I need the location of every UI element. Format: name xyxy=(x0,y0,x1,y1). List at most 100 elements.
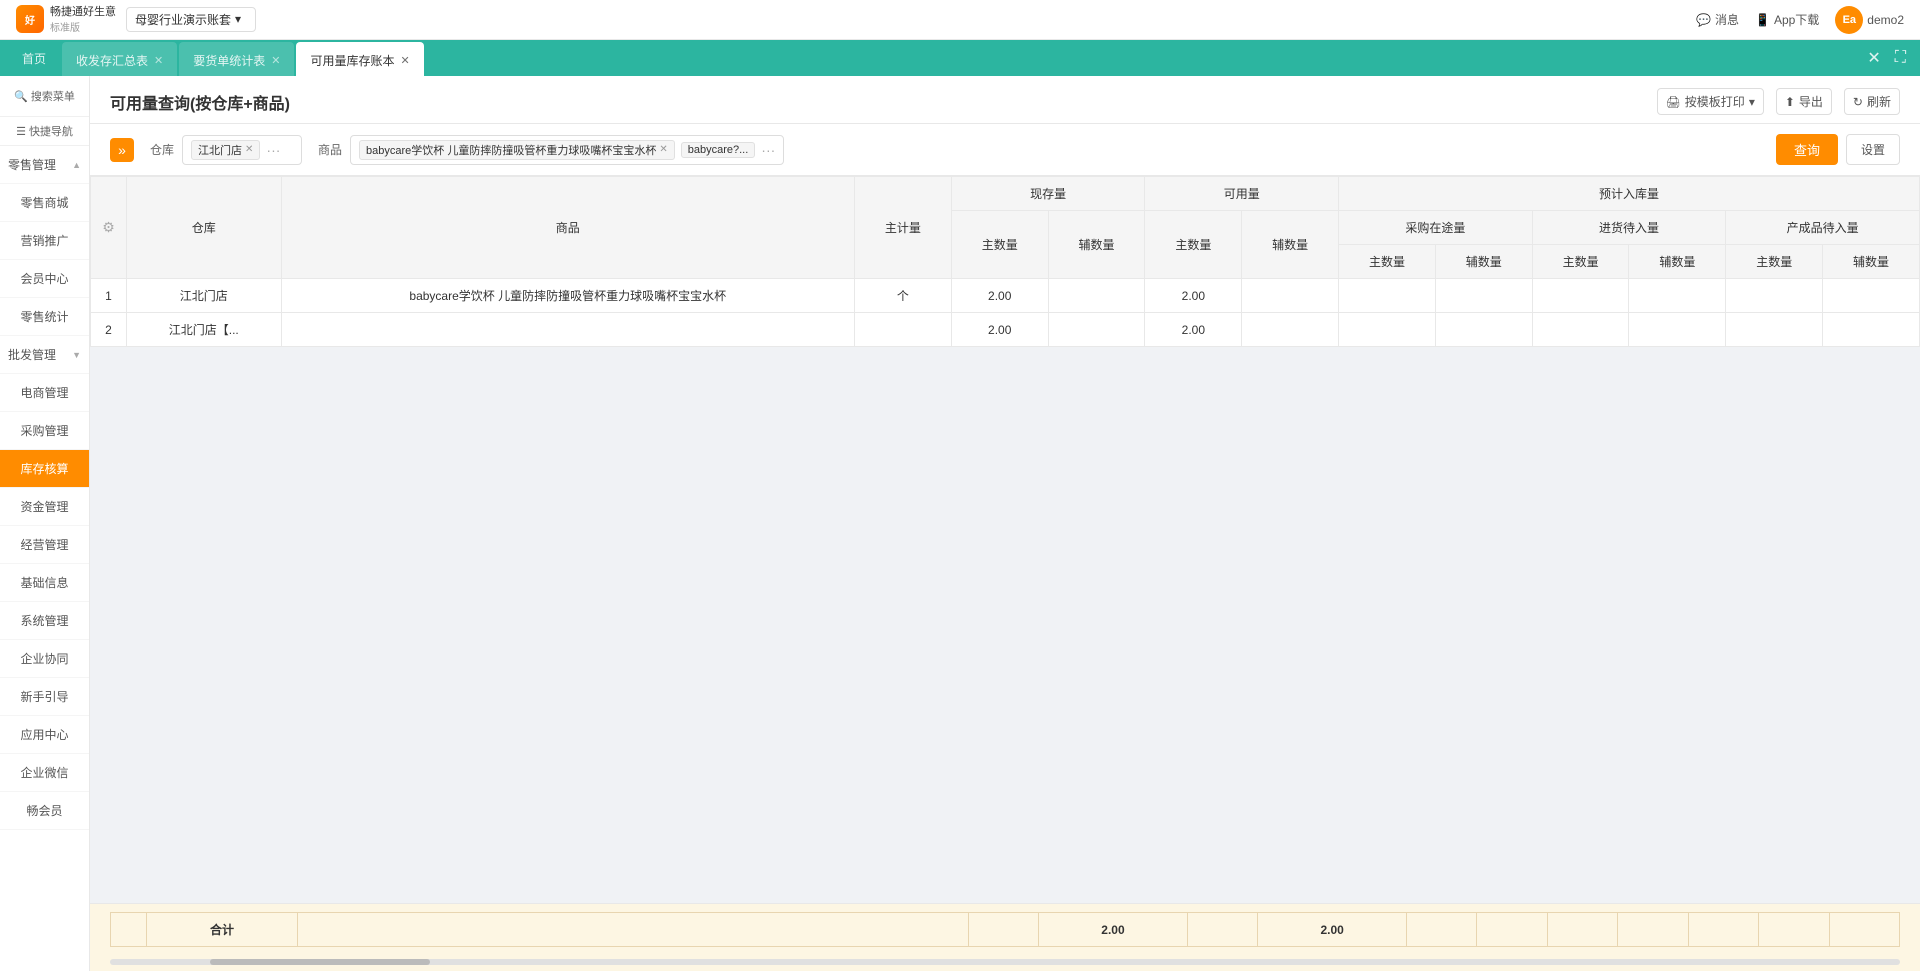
sidebar-item-marketing[interactable]: 营销推广 xyxy=(0,222,89,260)
tab-available-stock-close[interactable]: ✕ xyxy=(401,54,410,67)
filter-more-icon2[interactable]: ··· xyxy=(761,142,775,158)
top-bar-left: 好 畅捷通好生意 标准版 母婴行业演示账套 ▾ xyxy=(16,5,256,34)
warehouse-tag-close[interactable]: ✕ xyxy=(245,144,253,155)
filter-more-icon[interactable]: ··· xyxy=(266,142,280,158)
export-label: 导出 xyxy=(1799,93,1823,110)
td-current-main: 2.00 xyxy=(951,279,1048,313)
sidebar-item-operation[interactable]: 经营管理 xyxy=(0,526,89,564)
sidebar-item-basic-info[interactable]: 基础信息 xyxy=(0,564,89,602)
warehouse-tag-value: 江北门店 xyxy=(198,142,242,158)
print-label: 按模板打印 xyxy=(1685,93,1745,110)
sidebar-item-label: 企业微信 xyxy=(20,764,68,781)
warehouse-input[interactable]: 江北门店 ✕ ··· xyxy=(182,135,302,165)
settings-filter-btn[interactable]: 设置 xyxy=(1846,134,1900,165)
sidebar-item-wholesale[interactable]: 批发管理 ▼ xyxy=(0,336,89,374)
product-tag-close[interactable]: ✕ xyxy=(659,144,667,155)
sidebar-item-finance[interactable]: 资金管理 xyxy=(0,488,89,526)
td-goods-sub xyxy=(1629,313,1726,347)
tab-order-stats[interactable]: 要货单统计表 ✕ xyxy=(179,42,294,78)
td-purchase-sub xyxy=(1435,279,1532,313)
th-product: 商品 xyxy=(281,177,854,279)
td-product xyxy=(281,313,854,347)
td-current-main: 2.00 xyxy=(951,313,1048,347)
td-total-p3 xyxy=(1618,913,1688,947)
tab-order-stats-close[interactable]: ✕ xyxy=(271,54,280,67)
sidebar-item-label: 资金管理 xyxy=(20,498,68,515)
scrollbar-thumb xyxy=(210,959,430,965)
tab-home[interactable]: 首页 xyxy=(8,40,60,76)
sidebar-item-retail-stats[interactable]: 零售统计 xyxy=(0,298,89,336)
logo-text-block: 畅捷通好生意 标准版 xyxy=(50,5,116,34)
sidebar-item-label: 新手引导 xyxy=(20,688,68,705)
sidebar-item-inventory[interactable]: 库存核算 xyxy=(0,450,89,488)
product-filter-group: 商品 babycare学饮杯 儿童防摔防撞吸管杯重力球吸嘴杯宝宝水杯 ✕ bab… xyxy=(318,135,784,165)
sidebar-item-retail-management[interactable]: 零售管理 ▲ xyxy=(0,146,89,184)
sidebar-item-member[interactable]: 会员中心 xyxy=(0,260,89,298)
th-products-main: 主数量 xyxy=(1726,245,1823,279)
tenant-selector[interactable]: 母婴行业演示账套 ▾ xyxy=(126,7,256,32)
td-current-sub xyxy=(1048,279,1145,313)
query-btn[interactable]: 查询 xyxy=(1776,134,1838,165)
td-total-p6 xyxy=(1829,913,1899,947)
sidebar-item-purchase[interactable]: 采购管理 xyxy=(0,412,89,450)
sidebar-item-enterprise-wechat[interactable]: 企业微信 xyxy=(0,754,89,792)
th-current-stock: 现存量 xyxy=(951,177,1145,211)
main-layout: 🔍 搜索菜单 ☰ 快捷导航 零售管理 ▲ 零售商城 营销推广 会员中心 零售统计… xyxy=(0,76,1920,971)
sidebar-item-collaboration[interactable]: 企业协同 xyxy=(0,640,89,678)
search-label: 搜索菜单 xyxy=(31,88,75,104)
sidebar-item-label: 会员中心 xyxy=(20,270,68,287)
user-name: demo2 xyxy=(1867,13,1904,27)
total-table: 合计 2.00 2.00 xyxy=(110,912,1900,947)
app-download-label: App下载 xyxy=(1774,11,1819,28)
sidebar-item-label: 批发管理 xyxy=(8,346,56,363)
tab-summary-close[interactable]: ✕ xyxy=(154,54,163,67)
td-purchase-main xyxy=(1339,313,1436,347)
sidebar-quick-nav-btn[interactable]: ☰ 快捷导航 xyxy=(0,117,89,146)
refresh-btn[interactable]: ↻ 刷新 xyxy=(1844,88,1900,115)
horizontal-scrollbar[interactable] xyxy=(110,959,1900,965)
sidebar-item-system[interactable]: 系统管理 xyxy=(0,602,89,640)
logo-sub: 标准版 xyxy=(50,19,116,34)
product-input[interactable]: babycare学饮杯 儿童防摔防撞吸管杯重力球吸嘴杯宝宝水杯 ✕ babyca… xyxy=(350,135,784,165)
table-settings-btn[interactable]: ⚙ xyxy=(102,219,115,236)
td-purchase-sub xyxy=(1435,313,1532,347)
td-available-main: 2.00 xyxy=(1145,313,1242,347)
tab-expand-btn[interactable]: ⛶ xyxy=(1889,40,1912,76)
product-tag-value: babycare学饮杯 儿童防摔防撞吸管杯重力球吸嘴杯宝宝水杯 xyxy=(366,142,656,158)
tab-available-stock[interactable]: 可用量库存账本 ✕ xyxy=(296,42,423,78)
logo-area: 好 畅捷通好生意 标准版 xyxy=(16,5,116,34)
tab-close-btn[interactable]: ✕ xyxy=(1861,40,1886,76)
sidebar-item-label: 经营管理 xyxy=(20,536,68,553)
sidebar-search-btn[interactable]: 🔍 搜索菜单 xyxy=(6,84,83,108)
export-btn[interactable]: ⬆ 导出 xyxy=(1776,88,1832,115)
avatar: Ea xyxy=(1835,6,1863,34)
sidebar-item-label: 应用中心 xyxy=(20,726,68,743)
tab-summary[interactable]: 收发存汇总表 ✕ xyxy=(62,42,177,78)
filter-bar: » 仓库 江北门店 ✕ ··· 商品 babycare学饮杯 儿童防摔防撞吸管杯… xyxy=(90,124,1920,176)
warehouse-tag: 江北门店 ✕ xyxy=(191,140,260,160)
message-btn[interactable]: 💬 消息 xyxy=(1696,11,1739,28)
sidebar-item-member-plus[interactable]: 畅会员 xyxy=(0,792,89,830)
gear-th: ⚙ xyxy=(91,177,127,279)
td-goods-main xyxy=(1532,279,1629,313)
user-area[interactable]: Ea demo2 xyxy=(1835,6,1904,34)
sidebar-item-app-center[interactable]: 应用中心 xyxy=(0,716,89,754)
table-container: ⚙ 仓库 商品 主计量 现存量 可用量 预计入库量 主数量 辅数量 xyxy=(90,176,1920,971)
sidebar-item-retail-mall[interactable]: 零售商城 xyxy=(0,184,89,222)
td-no: 2 xyxy=(91,313,127,347)
chevron-down-icon: ▾ xyxy=(1749,95,1755,109)
th-main-unit: 主计量 xyxy=(854,177,951,279)
export-icon: ⬆ xyxy=(1785,95,1795,109)
product-tag-extra-value: babycare?... xyxy=(688,144,749,156)
print-btn[interactable]: 🖨 按模板打印 ▾ xyxy=(1657,88,1764,115)
th-products-in: 产成品待入量 xyxy=(1726,211,1920,245)
th-products-sub: 辅数量 xyxy=(1823,245,1920,279)
table-wrapper: ⚙ 仓库 商品 主计量 现存量 可用量 预计入库量 主数量 辅数量 xyxy=(90,176,1920,903)
app-download-btn[interactable]: 📱 App下载 xyxy=(1755,11,1819,28)
sidebar-item-ecommerce[interactable]: 电商管理 xyxy=(0,374,89,412)
tenant-name: 母婴行业演示账套 xyxy=(135,11,231,28)
td-available-sub xyxy=(1242,279,1339,313)
data-table: ⚙ 仓库 商品 主计量 现存量 可用量 预计入库量 主数量 辅数量 xyxy=(90,176,1920,347)
filter-toggle-btn[interactable]: » xyxy=(110,138,134,162)
sidebar-item-guide[interactable]: 新手引导 xyxy=(0,678,89,716)
